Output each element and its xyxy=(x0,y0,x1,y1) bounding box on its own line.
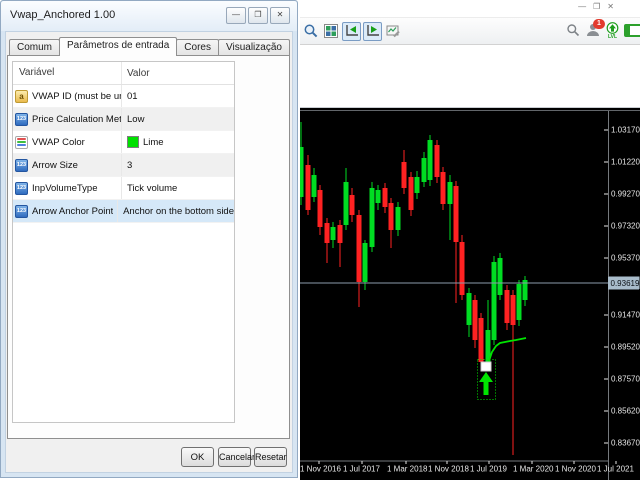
dialog-minimize-icon[interactable]: — xyxy=(226,7,246,24)
param-name-cell: 123 InpVolumeType xyxy=(13,177,122,199)
svg-text:1 Nov 2018: 1 Nov 2018 xyxy=(428,465,469,474)
dialog-close-icon[interactable]: ✕ xyxy=(270,7,290,24)
param-name-cell: 123 Arrow Size xyxy=(13,154,122,176)
ok-button[interactable]: OK xyxy=(181,447,214,467)
param-value[interactable]: 3 xyxy=(122,160,132,171)
svg-text:1 Nov 2020: 1 Nov 2020 xyxy=(555,465,596,474)
terminal-titlebar[interactable]: — ❐ ✕ xyxy=(300,0,640,18)
svg-text:0.93619: 0.93619 xyxy=(611,279,640,288)
param-name: Price Calculation Method xyxy=(32,113,121,125)
column-header-value: Valor xyxy=(127,67,150,79)
param-row[interactable]: VWAP Color Lime xyxy=(13,131,234,154)
price-chart[interactable]: 1.03170 1.01220 0.99270 0.97320 0.95370 0.914… xyxy=(300,60,640,480)
string-param-icon: a xyxy=(15,89,28,103)
param-name: VWAP ID (must be unique) xyxy=(32,90,121,102)
screen: — ❐ ✕ 1 LVL 1.03170 1.01220 0.99270 0.97… xyxy=(0,0,640,480)
param-name-cell: 123 Arrow Anchor Point xyxy=(13,200,119,222)
toolbar-right-cluster: 1 LVL xyxy=(565,19,640,43)
svg-text:0.87570: 0.87570 xyxy=(611,375,640,384)
param-name: VWAP Color xyxy=(32,136,85,148)
svg-text:1 Jul 2017: 1 Jul 2017 xyxy=(343,465,380,474)
param-value[interactable]: Anchor on the bottom side xyxy=(118,206,234,217)
tab-par-metros-de-entrada[interactable]: Parâmetros de entrada xyxy=(59,37,178,56)
tab-bar: Comum Parâmetros de entrada Cores Visualiza… xyxy=(9,37,290,56)
restore-icon[interactable]: ❐ xyxy=(593,2,600,12)
minimize-icon[interactable]: — xyxy=(578,2,586,12)
reset-button[interactable]: Resetar xyxy=(254,447,287,467)
current-price-tag: 0.93619 xyxy=(608,276,640,290)
chart-settings-icon[interactable] xyxy=(384,22,402,40)
param-name: Arrow Anchor Point xyxy=(32,205,114,217)
account-icon[interactable]: 1 xyxy=(585,19,605,38)
param-name-cell: 123 Price Calculation Method xyxy=(13,108,122,130)
zoom-icon[interactable] xyxy=(302,22,320,40)
parameters-table[interactable]: Variável Valor a VWAP ID (must be unique)… xyxy=(12,61,235,423)
param-value[interactable]: Lime xyxy=(122,136,164,148)
tab-comum[interactable]: Comum xyxy=(9,39,61,56)
svg-text:1 Nov 2016: 1 Nov 2016 xyxy=(300,465,341,474)
notification-badge: 1 xyxy=(593,19,605,29)
param-row[interactable]: 123 Price Calculation MethodLow xyxy=(13,108,234,131)
numeric-param-icon: 123 xyxy=(15,204,28,218)
param-name-cell: a VWAP ID (must be unique) xyxy=(13,85,122,107)
param-value[interactable]: Low xyxy=(122,114,144,125)
param-name-cell: VWAP Color xyxy=(13,131,122,153)
chart-shift-icon[interactable] xyxy=(342,21,361,41)
indicator-properties-dialog: Vwap_Anchored 1.00 — ❐ ✕ Comum Parâmetros… xyxy=(0,0,298,478)
param-value[interactable]: 01 xyxy=(122,91,138,102)
search-icon[interactable] xyxy=(565,22,581,43)
tab-cores[interactable]: Cores xyxy=(176,39,219,56)
param-name: InpVolumeType xyxy=(32,182,98,194)
dialog-titlebar[interactable]: Vwap_Anchored 1.00 — ❐ ✕ xyxy=(1,1,297,31)
svg-text:1 Jul 2019: 1 Jul 2019 xyxy=(470,465,507,474)
numeric-param-icon: 123 xyxy=(15,181,28,195)
tile-windows-icon[interactable] xyxy=(322,22,340,40)
progress-bar xyxy=(624,24,640,37)
dialog-restore-icon[interactable]: ❐ xyxy=(248,7,268,24)
svg-text:1 Jul 2021: 1 Jul 2021 xyxy=(597,465,634,474)
dialog-client-area: Comum Parâmetros de entrada Cores Visualiza… xyxy=(5,31,293,473)
param-row[interactable]: a VWAP ID (must be unique)01 xyxy=(13,85,234,108)
numeric-param-icon: 123 xyxy=(15,112,28,126)
svg-text:1.03170: 1.03170 xyxy=(611,126,640,135)
auto-scroll-icon[interactable] xyxy=(363,21,382,41)
param-name: Arrow Size xyxy=(32,159,78,171)
close-icon[interactable]: ✕ xyxy=(607,2,614,12)
svg-text:0.99270: 0.99270 xyxy=(611,190,640,199)
svg-text:0.89520: 0.89520 xyxy=(611,343,640,352)
tab-visualiza-o[interactable]: Visualização xyxy=(217,39,290,56)
dialog-title: Vwap_Anchored 1.00 xyxy=(10,9,116,21)
svg-text:1 Mar 2020: 1 Mar 2020 xyxy=(513,465,554,474)
color-swatch xyxy=(127,136,139,148)
svg-text:0.95370: 0.95370 xyxy=(611,254,640,263)
param-row[interactable]: 123 InpVolumeType Tick volume xyxy=(13,177,234,200)
table-header: Variável Valor xyxy=(13,62,234,85)
svg-text:0.83670: 0.83670 xyxy=(611,439,640,448)
svg-text:0.85620: 0.85620 xyxy=(611,407,640,416)
parameters-tab-page: Variável Valor a VWAP ID (must be unique)… xyxy=(7,55,290,439)
lvl-label: LVL xyxy=(607,34,618,40)
column-header-variable: Variável xyxy=(13,62,122,84)
svg-text:0.97320: 0.97320 xyxy=(611,222,640,231)
svg-text:1 Mar 2018: 1 Mar 2018 xyxy=(387,465,428,474)
param-value[interactable]: Tick volume xyxy=(122,183,177,194)
param-row[interactable]: 123 Arrow Size 3 xyxy=(13,154,234,177)
color-param-icon xyxy=(15,135,28,149)
numeric-param-icon: 123 xyxy=(15,158,28,172)
svg-text:1.01220: 1.01220 xyxy=(611,158,640,167)
cancel-button[interactable]: Cancelar xyxy=(218,447,255,467)
svg-text:0.91470: 0.91470 xyxy=(611,311,640,320)
levels-icon[interactable]: LVL xyxy=(605,22,620,40)
param-row[interactable]: 123 Arrow Anchor Point Anchor on the botto… xyxy=(13,200,234,223)
